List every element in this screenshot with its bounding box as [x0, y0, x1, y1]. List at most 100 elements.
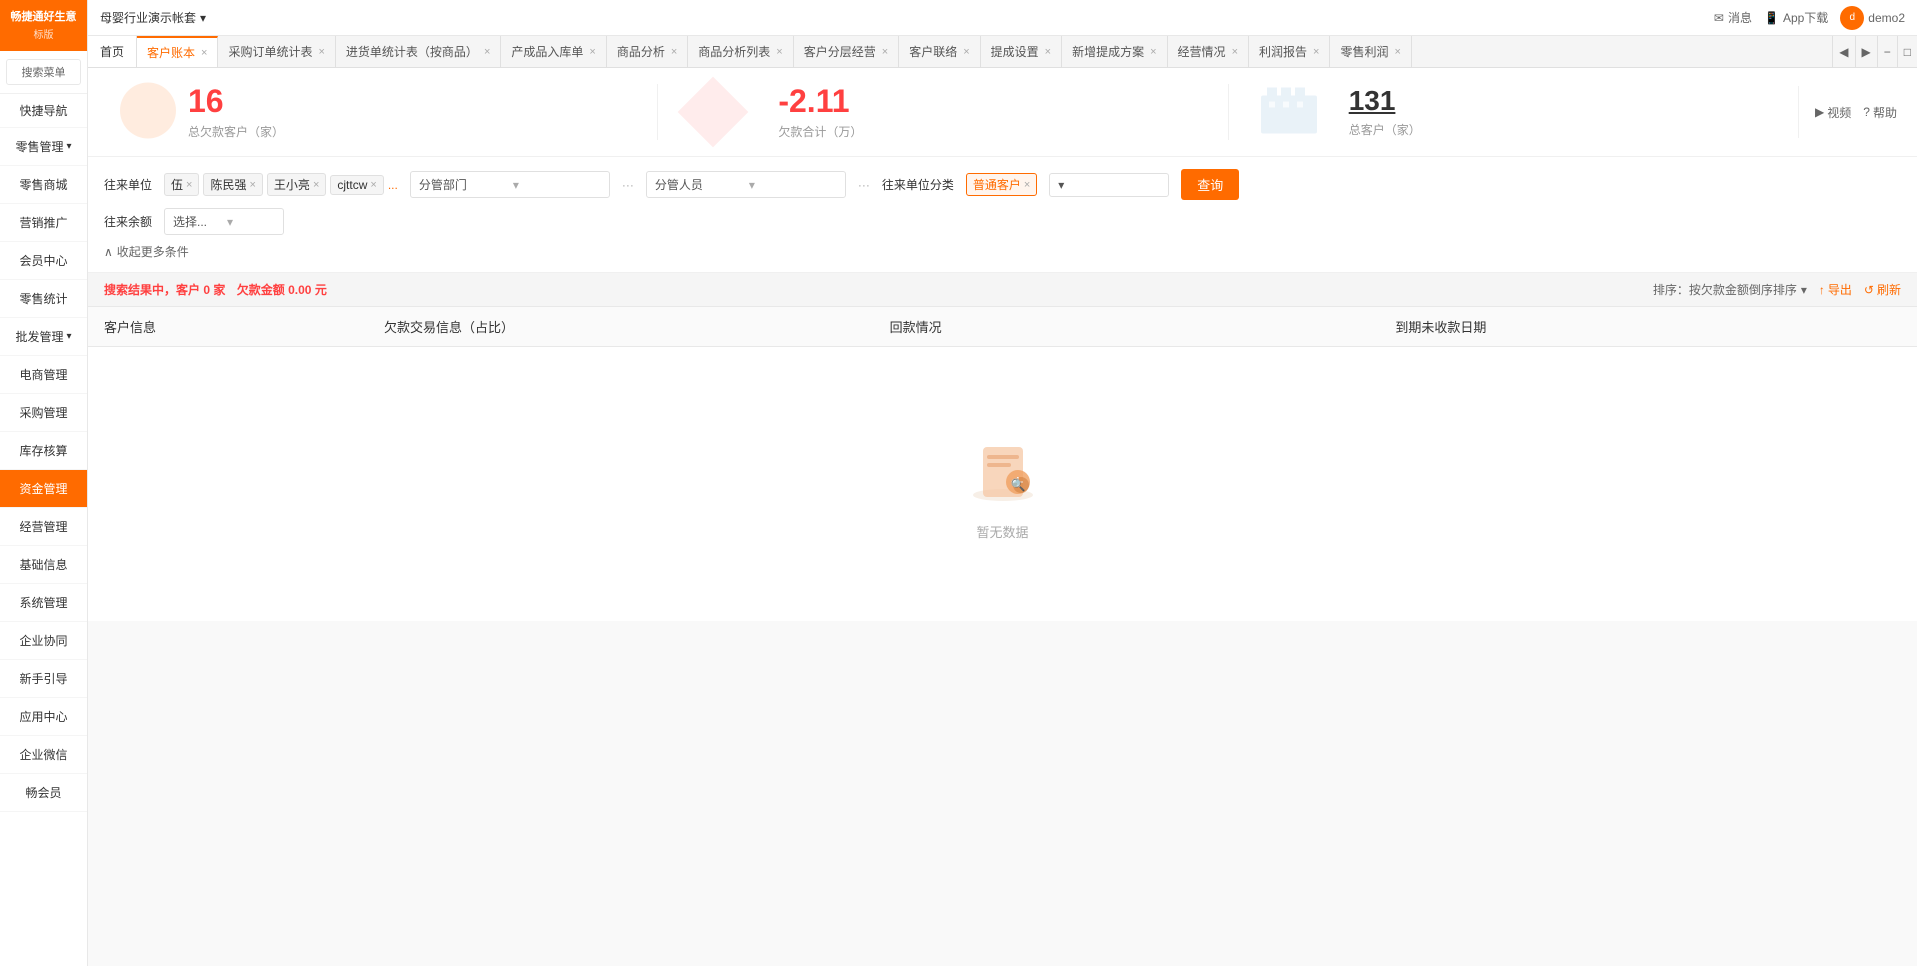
- sidebar-item-wechat-work[interactable]: 企业微信: [0, 736, 87, 774]
- help-icon: ?: [1863, 105, 1870, 119]
- sidebar-item-retail-mall[interactable]: 零售商城: [0, 166, 87, 204]
- sidebar-item-purchase-mgmt[interactable]: 采购管理: [0, 394, 87, 432]
- customers-icon-bg: [1259, 86, 1319, 139]
- tab-maximize[interactable]: □: [1897, 36, 1917, 68]
- sidebar-item-sys-mgmt[interactable]: 系统管理: [0, 584, 87, 622]
- col-customer-info: 客户信息: [104, 317, 384, 336]
- sidebar-item-ops-mgmt[interactable]: 经营管理: [0, 508, 87, 546]
- filter-tag-close-tag1[interactable]: ×: [186, 179, 192, 191]
- filter-tag-close-tag3[interactable]: ×: [313, 179, 319, 191]
- tab-proposal-settings[interactable]: 提成设置 ×: [981, 36, 1062, 68]
- sidebar-item-wholesale-mgmt[interactable]: 批发管理▾: [0, 318, 87, 356]
- main-area: 母婴行业演示帐套 ▾ ✉ 消息 📱 App下载 d demo2 首页客户账本×采…: [88, 0, 1917, 966]
- filter-tag-tag2: 陈民强×: [203, 173, 262, 196]
- tab-scroll-right[interactable]: ▶: [1855, 36, 1877, 68]
- tab-close-retail-profit[interactable]: ×: [1394, 46, 1400, 58]
- tab-close-customer-segment[interactable]: ×: [882, 46, 888, 58]
- logo-sub: 标版: [34, 26, 54, 41]
- tab-scroll-left[interactable]: ◀: [1832, 36, 1854, 68]
- tab-close-goods-analysis[interactable]: ×: [671, 46, 677, 58]
- sidebar-item-marketing[interactable]: 营销推广: [0, 204, 87, 242]
- dept-arrow: ▾: [513, 178, 601, 192]
- quick-nav-item[interactable]: 快捷导航: [0, 94, 87, 128]
- query-button[interactable]: 查询: [1181, 169, 1239, 200]
- dept-more-btn[interactable]: ···: [622, 178, 634, 192]
- sort-label: 排序：按欠款金额倒序排序: [1653, 281, 1797, 298]
- sort-selector[interactable]: 排序：按欠款金额倒序排序 ▾: [1653, 281, 1807, 298]
- sidebar-item-ecommerce[interactable]: 电商管理: [0, 356, 87, 394]
- debt-icon-bg: [678, 77, 749, 148]
- sidebar-item-enterprise[interactable]: 企业协同: [0, 622, 87, 660]
- filter-tag-close-tag4[interactable]: ×: [370, 179, 376, 191]
- person-more-btn[interactable]: ···: [858, 178, 870, 192]
- unit-class-tag-close[interactable]: ×: [1024, 179, 1030, 191]
- tab-close-proposal-settings[interactable]: ×: [1045, 46, 1051, 58]
- collapse-button[interactable]: ∧ 收起更多条件: [104, 243, 1901, 260]
- search-menu-button[interactable]: 搜索菜单: [6, 59, 81, 85]
- tab-close-goods-analysis-list[interactable]: ×: [776, 46, 782, 58]
- unit-class-dropdown-arrow: ▾: [1058, 178, 1160, 192]
- tab-retail-profit[interactable]: 零售利润×: [1330, 36, 1411, 68]
- tab-close-product-inbound[interactable]: ×: [589, 46, 595, 58]
- sidebar-item-app-center[interactable]: 应用中心: [0, 698, 87, 736]
- export-btn[interactable]: ↑ 导出: [1819, 281, 1852, 298]
- sidebar-item-member-center[interactable]: 会员中心: [0, 242, 87, 280]
- sidebar-item-basic-info[interactable]: 基础信息: [0, 546, 87, 584]
- tab-close-profit-report[interactable]: ×: [1313, 46, 1319, 58]
- tab-goods-analysis[interactable]: 商品分析×: [607, 36, 688, 68]
- dept-filter[interactable]: 分管部门 ▾: [410, 171, 610, 198]
- tab-close-purchase-order-stats[interactable]: ×: [318, 46, 324, 58]
- video-btn[interactable]: ▶ 视频: [1815, 104, 1851, 121]
- avatar: d: [1840, 6, 1864, 30]
- user-profile-btn[interactable]: d demo2: [1840, 6, 1905, 30]
- sidebar-item-capital[interactable]: 资金管理: [0, 470, 87, 508]
- filter-tag-close-tag2[interactable]: ×: [249, 179, 255, 191]
- tab-minimize[interactable]: −: [1877, 36, 1897, 68]
- tab-close-inbound-stats[interactable]: ×: [484, 46, 490, 58]
- help-btn[interactable]: ? 帮助: [1863, 104, 1897, 121]
- app-download-btn[interactable]: 📱 App下载: [1764, 9, 1828, 26]
- sidebar-logo[interactable]: 畅捷通好生意 标版: [0, 0, 87, 51]
- sidebar-item-retail-mgmt[interactable]: 零售管理▾: [0, 128, 87, 166]
- results-prefix: 搜索结果中，客户: [104, 283, 200, 297]
- person-filter[interactable]: 分管人员 ▾: [646, 171, 846, 198]
- tab-home[interactable]: 首页: [88, 36, 137, 68]
- results-debt-unit: 元: [315, 283, 327, 297]
- tab-customer-account[interactable]: 客户账本×: [137, 36, 218, 68]
- tab-close-business-situation[interactable]: ×: [1232, 46, 1238, 58]
- filter-tag-tag4: cjttcw×: [330, 175, 383, 195]
- sidebar-item-inventory[interactable]: 库存核算: [0, 432, 87, 470]
- tab-close-customer-account[interactable]: ×: [201, 47, 207, 59]
- svg-text:🔍: 🔍: [1010, 477, 1025, 492]
- unit-class-dropdown[interactable]: ▾: [1049, 173, 1169, 197]
- tab-label-business-situation: 经营情况: [1178, 43, 1226, 60]
- filter-row-1: 往来单位 伍×陈民强×王小亮×cjttcw×... 分管部门 ▾ ··· 分管人…: [104, 169, 1901, 200]
- tab-close-new-proposal[interactable]: ×: [1150, 46, 1156, 58]
- refresh-btn[interactable]: ↺ 刷新: [1864, 281, 1901, 298]
- tab-customer-contact[interactable]: 客户联络×: [899, 36, 980, 68]
- tab-product-inbound[interactable]: 产成品入库单×: [501, 36, 606, 68]
- account-selector[interactable]: 母婴行业演示帐套 ▾: [100, 9, 206, 26]
- empty-icon: 🔍: [963, 427, 1043, 510]
- col-repayment: 回款情况: [890, 317, 1396, 336]
- sidebar-item-new-guide[interactable]: 新手引导: [0, 660, 87, 698]
- sidebar-item-vip-member[interactable]: 畅会员: [0, 774, 87, 812]
- tab-purchase-order-stats[interactable]: 采购订单统计表 ×: [218, 36, 335, 68]
- refresh-icon: ↺: [1864, 283, 1874, 297]
- message-btn[interactable]: ✉ 消息: [1714, 9, 1752, 26]
- tab-business-situation[interactable]: 经营情况 ×: [1168, 36, 1249, 68]
- stat-bg-icon-1: ¥: [118, 81, 178, 141]
- tab-label-purchase-order-stats: 采购订单统计表: [228, 43, 312, 60]
- filter-tags-more[interactable]: ...: [388, 178, 398, 192]
- export-icon: ↑: [1819, 283, 1825, 297]
- tab-customer-segment[interactable]: 客户分层经营×: [794, 36, 899, 68]
- balance-filter[interactable]: 选择... ▾: [164, 208, 284, 235]
- tab-close-customer-contact[interactable]: ×: [963, 46, 969, 58]
- stat-total-customers: 131 总客户（家）: [1229, 86, 1799, 138]
- sidebar-item-retail-stats[interactable]: 零售统计: [0, 280, 87, 318]
- tab-profit-report[interactable]: 利润报告×: [1249, 36, 1330, 68]
- tab-label-proposal-settings: 提成设置: [991, 43, 1039, 60]
- tab-goods-analysis-list[interactable]: 商品分析列表×: [688, 36, 793, 68]
- tab-inbound-stats[interactable]: 进货单统计表（按商品）×: [336, 36, 501, 68]
- tab-new-proposal[interactable]: 新增提成方案×: [1062, 36, 1167, 68]
